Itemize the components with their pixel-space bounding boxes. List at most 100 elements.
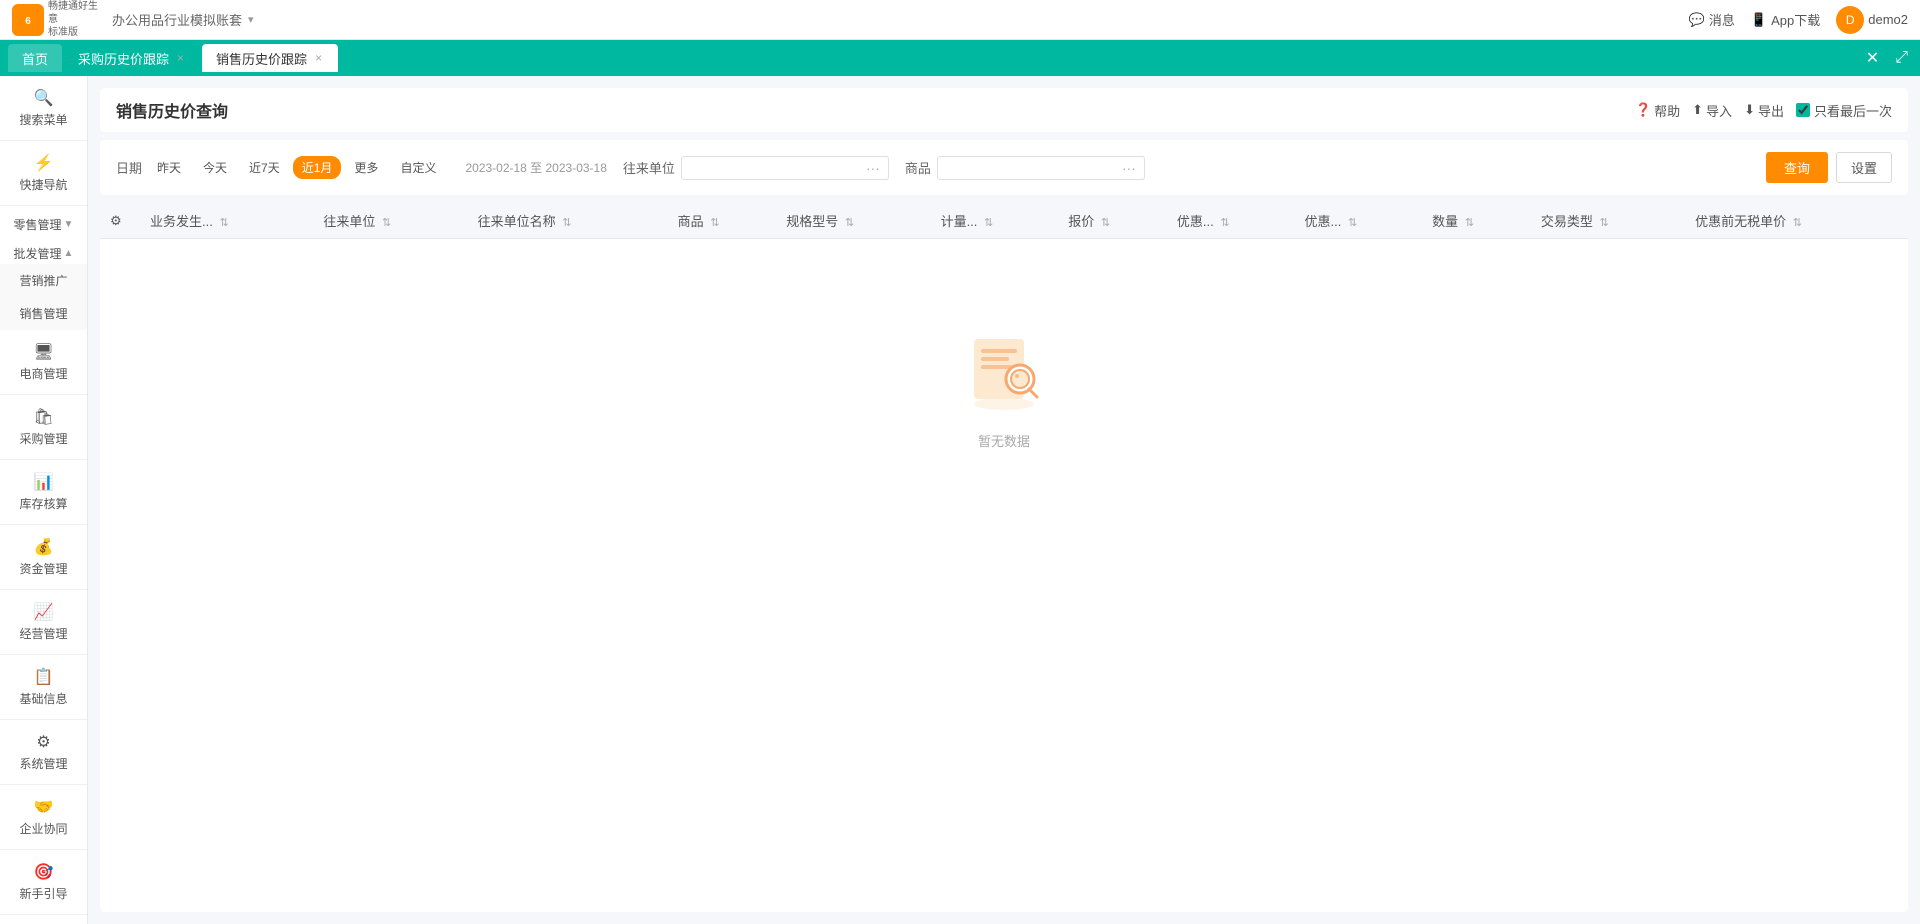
col-spec[interactable]: 规格型号 ⇅ bbox=[776, 203, 930, 239]
tab-home[interactable]: 首页 bbox=[8, 44, 62, 72]
date-btn-yesterday[interactable]: 昨天 bbox=[148, 156, 190, 179]
header-actions: 💬 消息 📱 App下载 D demo2 bbox=[1689, 6, 1908, 34]
col-goods[interactable]: 商品 ⇅ bbox=[668, 203, 777, 239]
col-unit[interactable]: 计量... ⇅ bbox=[931, 203, 1059, 239]
col-discount-rate[interactable]: 优惠... ⇅ bbox=[1167, 203, 1295, 239]
empty-icon bbox=[954, 319, 1054, 419]
company-selector[interactable]: 办公用品行业模拟账套 ▾ bbox=[100, 10, 1689, 29]
help-icon: ❓ bbox=[1635, 102, 1651, 118]
date-range-text: 2023-02-18 至 2023-03-18 bbox=[465, 159, 606, 176]
date-btn-1month[interactable]: 近1月 bbox=[293, 156, 342, 179]
ecommerce-icon: 🖥 bbox=[33, 342, 53, 362]
sidebar-item-basic-info[interactable]: 📋 基础信息 bbox=[0, 655, 87, 720]
goods-input[interactable] bbox=[946, 160, 1122, 175]
export-button[interactable]: ⬇ 导出 bbox=[1744, 101, 1784, 120]
sort-icon-discount-price: ⇅ bbox=[1348, 217, 1357, 229]
tab-home-label: 首页 bbox=[22, 49, 48, 68]
only-last-checkbox[interactable] bbox=[1796, 103, 1810, 117]
sort-icon-unit: ⇅ bbox=[984, 217, 993, 229]
date-btn-more[interactable]: 更多 bbox=[345, 156, 387, 179]
logo-area: 6 畅捷通好生意 标准版 bbox=[12, 0, 100, 39]
sidebar-item-beginner-guide[interactable]: 🎯 新手引导 bbox=[0, 850, 87, 915]
message-icon: 💬 bbox=[1689, 12, 1705, 28]
tab-sales-history[interactable]: 销售历史价跟踪 × bbox=[202, 44, 338, 72]
date-btn-custom[interactable]: 自定义 bbox=[391, 156, 445, 179]
user-menu[interactable]: D demo2 bbox=[1836, 6, 1908, 34]
close-all-tabs-button[interactable]: ✕ bbox=[1862, 46, 1883, 70]
sidebar-item-finance-mgmt[interactable]: 💰 资金管理 bbox=[0, 525, 87, 590]
goods-input-wrap: ··· bbox=[937, 156, 1145, 180]
goods-select-icon[interactable]: ··· bbox=[1122, 160, 1136, 176]
tab-purchase-history[interactable]: 采购历史价跟踪 × bbox=[64, 44, 200, 72]
help-button[interactable]: ❓ 帮助 bbox=[1635, 101, 1680, 120]
col-quoted-price[interactable]: 报价 ⇅ bbox=[1058, 203, 1167, 239]
sidebar-item-marketing[interactable]: 营销推广 bbox=[0, 264, 87, 297]
col-biz-date[interactable]: 业务发生... ⇅ bbox=[140, 203, 313, 239]
chevron-down-icon: ▾ bbox=[248, 13, 254, 26]
system-icon: ⚙ bbox=[36, 732, 50, 752]
top-header: 6 畅捷通好生意 标准版 办公用品行业模拟账套 ▾ 💬 消息 📱 App下载 D… bbox=[0, 0, 1920, 40]
sidebar-item-inventory[interactable]: 📊 库存核算 bbox=[0, 460, 87, 525]
content-area: 销售历史价查询 ❓ 帮助 ⬆ 导入 ⬇ 导出 bbox=[88, 76, 1920, 924]
sort-icon-goods: ⇅ bbox=[710, 217, 719, 229]
col-partner-code[interactable]: 往来单位 ⇅ bbox=[313, 203, 467, 239]
only-last-checkbox-label[interactable]: 只看最后一次 bbox=[1796, 101, 1892, 120]
message-button[interactable]: 💬 消息 bbox=[1689, 10, 1735, 29]
quick-nav-icon: ⚡ bbox=[34, 153, 54, 173]
date-range-display: 2023-02-18 至 2023-03-18 bbox=[461, 159, 606, 176]
sidebar-item-purchase-mgmt[interactable]: 🛍 采购管理 bbox=[0, 395, 87, 460]
app-download-button[interactable]: 📱 App下载 bbox=[1751, 10, 1820, 29]
partner-filter: 往来单位 ··· bbox=[623, 156, 889, 180]
sort-icon-quoted-price: ⇅ bbox=[1101, 217, 1110, 229]
sort-icon-trade-type: ⇅ bbox=[1599, 217, 1608, 229]
filter-row: 日期 昨天 今天 近7天 近1月 更多 自定义 2023-02-18 至 202… bbox=[116, 152, 1892, 183]
sidebar-item-quick-nav[interactable]: ⚡ 快捷导航 bbox=[0, 141, 87, 206]
sidebar-item-ecommerce-mgmt[interactable]: 🖥 电商管理 bbox=[0, 330, 87, 395]
sort-icon-quantity: ⇅ bbox=[1465, 217, 1474, 229]
table-header-row: ⚙ 业务发生... ⇅ 往来单位 ⇅ 往来单位名称 bbox=[100, 203, 1908, 239]
col-partner-name[interactable]: 往来单位名称 ⇅ bbox=[468, 203, 668, 239]
company-name: 办公用品行业模拟账套 bbox=[112, 10, 242, 29]
basic-info-icon: 📋 bbox=[34, 667, 54, 687]
sidebar-item-retail-mgmt[interactable]: 零售管理 ▼ bbox=[0, 206, 87, 235]
column-settings-button[interactable]: ⚙ bbox=[100, 203, 140, 239]
partner-input-wrap: ··· bbox=[681, 156, 889, 180]
sidebar-item-sales-mgmt[interactable]: 销售管理 bbox=[0, 297, 87, 330]
query-button[interactable]: 查询 bbox=[1766, 152, 1828, 183]
date-filter: 日期 昨天 今天 近7天 近1月 更多 自定义 bbox=[116, 156, 445, 179]
data-table: ⚙ 业务发生... ⇅ 往来单位 ⇅ 往来单位名称 bbox=[100, 203, 1908, 239]
settings-button[interactable]: 设置 bbox=[1836, 152, 1892, 183]
col-discount-price[interactable]: 优惠... ⇅ bbox=[1295, 203, 1423, 239]
fullscreen-button[interactable]: ⤢ bbox=[1891, 47, 1912, 69]
page-title: 销售历史价查询 bbox=[116, 98, 228, 122]
sidebar-item-app-center[interactable]: 📱 应用中心 bbox=[0, 915, 87, 924]
tab-sales-close[interactable]: × bbox=[313, 50, 324, 66]
partner-input[interactable] bbox=[690, 160, 866, 175]
sidebar-item-enterprise-collab[interactable]: 🤝 企业协同 bbox=[0, 785, 87, 850]
sort-icon-partner-code: ⇅ bbox=[382, 217, 391, 229]
sidebar-item-system-mgmt[interactable]: ⚙ 系统管理 bbox=[0, 720, 87, 785]
goods-label: 商品 bbox=[905, 158, 931, 177]
purchase-icon: 🛍 bbox=[33, 407, 53, 427]
sidebar-item-search-menu[interactable]: 🔍 搜索菜单 bbox=[0, 76, 87, 141]
sidebar-item-operations-mgmt[interactable]: 📈 经营管理 bbox=[0, 590, 87, 655]
sidebar-item-wholesale-mgmt[interactable]: 批发管理 ▲ bbox=[0, 235, 87, 264]
date-btn-7days[interactable]: 近7天 bbox=[240, 156, 289, 179]
app-icon: 📱 bbox=[1751, 12, 1767, 28]
date-btn-today[interactable]: 今天 bbox=[194, 156, 236, 179]
goods-filter: 商品 ··· bbox=[905, 156, 1145, 180]
wholesale-chevron-icon: ▲ bbox=[64, 248, 74, 259]
import-button[interactable]: ⬆ 导入 bbox=[1692, 101, 1732, 120]
logo-icon: 6 bbox=[12, 4, 44, 36]
col-quantity[interactable]: 数量 ⇅ bbox=[1422, 203, 1531, 239]
partner-select-icon[interactable]: ··· bbox=[866, 160, 880, 176]
filter-actions: 查询 设置 bbox=[1766, 152, 1892, 183]
tab-bar: 首页 采购历史价跟踪 × 销售历史价跟踪 × ✕ ⤢ bbox=[0, 40, 1920, 76]
page-title-bar: 销售历史价查询 ❓ 帮助 ⬆ 导入 ⬇ 导出 bbox=[100, 88, 1908, 132]
tab-purchase-close[interactable]: × bbox=[175, 50, 186, 66]
col-pre-tax-price[interactable]: 优惠前无税单价 ⇅ bbox=[1685, 203, 1908, 239]
tab-sales-label: 销售历史价跟踪 bbox=[216, 49, 307, 68]
table-container: ⚙ 业务发生... ⇅ 往来单位 ⇅ 往来单位名称 bbox=[100, 203, 1908, 912]
sort-icon-pre-tax-price: ⇅ bbox=[1793, 217, 1802, 229]
col-trade-type[interactable]: 交易类型 ⇅ bbox=[1531, 203, 1685, 239]
